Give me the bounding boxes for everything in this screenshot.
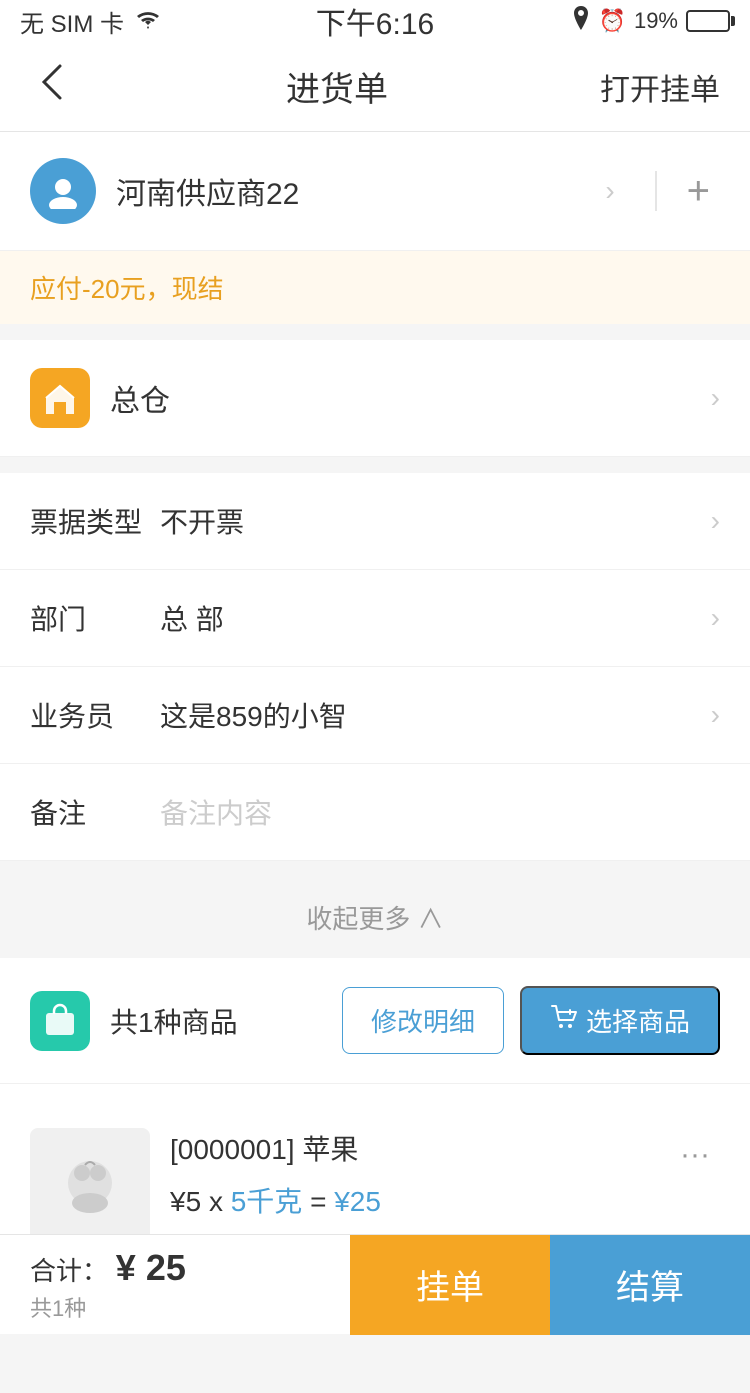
remark-row[interactable]: 备注 备注内容 [0,764,750,861]
collapse-label: 收起更多 ∧ [306,899,443,936]
supplier-avatar [30,158,96,224]
wifi-icon [134,7,162,36]
unit-price: ¥5 [170,1186,201,1217]
department-chevron-icon: › [711,602,720,634]
subtotal: ¥25 [334,1186,381,1217]
total-section: 合计： ¥ 25 共1种 [0,1247,350,1323]
checkout-button[interactable]: 结算 [550,1235,750,1335]
status-time: 下午6:16 [316,0,434,43]
salesperson-value: 这是859的小智 [160,695,711,735]
invoice-type-label: 票据类型 [30,501,160,541]
page-title: 进货单 [286,62,388,111]
status-bar: 无 SIM 卡 下午6:16 ⏰ 19% [0,0,750,42]
warehouse-chevron-icon: › [711,382,720,414]
divider [655,171,657,211]
invoice-type-chevron-icon: › [711,505,720,537]
invoice-type-value: 不开票 [160,501,711,541]
products-count: 共1种商品 [110,1001,342,1041]
nav-bar: 进货单 打开挂单 [0,42,750,132]
salesperson-label: 业务员 [30,695,160,735]
notice-bar: 应付-20元，现结 [0,251,750,324]
products-section: 共1种商品 修改明细 选择商品 [0,958,750,1277]
price-separator: x [209,1186,231,1217]
supplier-section: 河南供应商22 › + 应付-20元，现结 [0,132,750,324]
total-label: 合计： [30,1256,108,1286]
open-pending-button[interactable]: 打开挂单 [600,65,720,109]
select-product-button[interactable]: 选择商品 [520,986,720,1055]
supplier-chevron-icon: › [605,175,614,207]
product-code: [0000001] [170,1134,295,1165]
total-amount: ¥ 25 [116,1247,186,1288]
status-right: ⏰ 19% [571,6,730,36]
product-more-button[interactable]: ··· [670,1128,720,1182]
warehouse-row[interactable]: 总仓 › [0,340,750,457]
battery-percent: 19% [634,8,678,34]
remark-input[interactable]: 备注内容 [160,792,720,832]
pending-label: 挂单 [416,1260,484,1309]
battery-icon [686,10,730,32]
department-label: 部门 [30,598,160,638]
product-info: [0000001] 苹果 ¥5 x 5千克 = ¥25 [170,1128,670,1220]
back-button[interactable] [30,52,74,121]
remark-label: 备注 [30,792,160,832]
warehouse-icon-wrap [30,368,90,428]
product-thumbnail [30,1128,150,1248]
product-name: [0000001] 苹果 [170,1128,670,1168]
warehouse-section: 总仓 › [0,340,750,457]
pending-button[interactable]: 挂单 [350,1235,550,1335]
salesperson-row[interactable]: 业务员 这是859的小智 › [0,667,750,764]
bottom-bar: 合计： ¥ 25 共1种 挂单 结算 [0,1234,750,1334]
warehouse-name: 总仓 [110,376,711,420]
status-left: 无 SIM 卡 [20,4,162,39]
department-row[interactable]: 部门 总 部 › [0,570,750,667]
quantity: 5千克 [231,1186,303,1217]
carrier-text: 无 SIM 卡 [20,4,124,39]
equals: = [310,1186,334,1217]
supplier-name: 河南供应商22 [116,169,605,213]
add-supplier-button[interactable]: + [677,169,720,214]
select-product-label: 选择商品 [586,1002,690,1039]
products-header: 共1种商品 修改明细 选择商品 [0,958,750,1084]
cart-icon [550,1004,578,1037]
alarm-icon: ⏰ [599,8,626,34]
form-section: 票据类型 不开票 › 部门 总 部 › 业务员 这是859的小智 › 备注 备注… [0,473,750,861]
supplier-row[interactable]: 河南供应商22 › + [0,132,750,251]
edit-detail-button[interactable]: 修改明细 [342,987,504,1054]
invoice-type-row[interactable]: 票据类型 不开票 › [0,473,750,570]
products-icon-wrap [30,991,90,1051]
location-icon [571,6,591,36]
salesperson-chevron-icon: › [711,699,720,731]
product-title: 苹果 [302,1134,358,1165]
department-value: 总 部 [160,598,711,638]
collapse-bar[interactable]: 收起更多 ∧ [0,877,750,958]
checkout-label: 结算 [616,1260,684,1309]
total-count: 共1种 [30,1291,320,1323]
product-price: ¥5 x 5千克 = ¥25 [170,1180,670,1220]
